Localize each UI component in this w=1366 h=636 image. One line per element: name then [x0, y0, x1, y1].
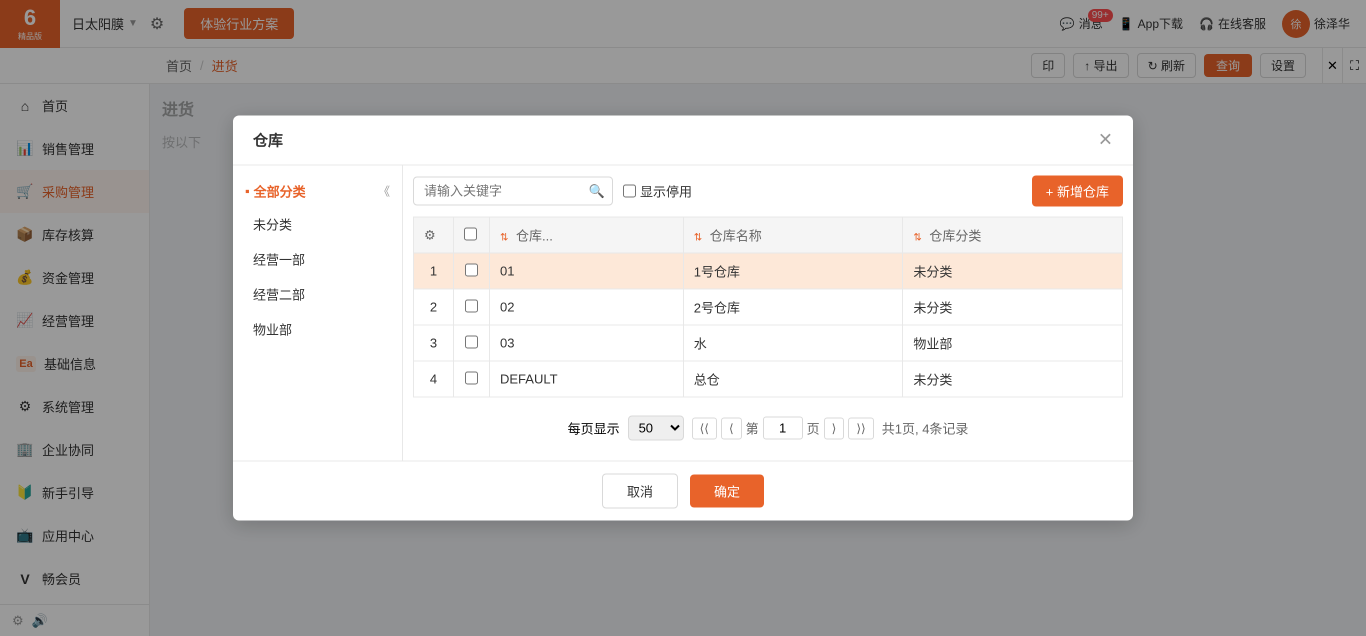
row-category-3: 物业部	[903, 325, 1123, 361]
show-disabled-checkbox-wrap[interactable]: 显示停用	[623, 182, 692, 201]
row-4-checkbox[interactable]	[465, 371, 478, 384]
col-header-category[interactable]: ⇅ 仓库分类	[903, 217, 1123, 253]
first-page-button[interactable]: ⟨⟨	[692, 417, 717, 439]
cancel-button[interactable]: 取消	[602, 474, 678, 509]
tree-header-label: ▪ 全部分类	[245, 182, 306, 201]
grid-icon: ▪	[245, 184, 250, 199]
row-category-4: 未分类	[903, 361, 1123, 397]
show-disabled-label: 显示停用	[640, 182, 692, 201]
tree-item-property[interactable]: 物业部	[233, 312, 402, 347]
row-cb-3[interactable]	[454, 325, 490, 361]
row-3-checkbox[interactable]	[465, 335, 478, 348]
show-disabled-checkbox[interactable]	[623, 185, 636, 198]
modal-close-button[interactable]: ✕	[1098, 130, 1113, 151]
gear-column-icon[interactable]: ⚙	[424, 227, 436, 242]
row-name-4: 总仓	[683, 361, 903, 397]
page-label: 第	[746, 419, 759, 438]
last-page-button[interactable]: ⟩⟩	[848, 417, 873, 439]
row-id-1: 01	[490, 253, 684, 289]
tree-item-ops1[interactable]: 经营一部	[233, 242, 402, 277]
tree-collapse-button[interactable]: 《	[378, 183, 390, 200]
confirm-button[interactable]: 确定	[690, 475, 764, 508]
per-page-select[interactable]: 102050100	[628, 416, 684, 441]
table-row[interactable]: 2 02 2号仓库 未分类	[414, 289, 1123, 325]
sort-category-icon: ⇅	[913, 233, 921, 244]
modal-header: 仓库 ✕	[233, 116, 1133, 166]
row-num-4: 4	[414, 361, 454, 397]
row-id-3: 03	[490, 325, 684, 361]
add-warehouse-button[interactable]: + 新增仓库	[1032, 176, 1123, 207]
tree-header: ▪ 全部分类 《	[233, 176, 402, 207]
row-category-1: 未分类	[903, 253, 1123, 289]
search-input[interactable]	[413, 177, 613, 206]
add-warehouse-btn-wrap: + 新增仓库	[1032, 176, 1123, 207]
page-unit: 页	[807, 419, 820, 438]
table-row[interactable]: 4 DEFAULT 总仓 未分类	[414, 361, 1123, 397]
row-num-2: 2	[414, 289, 454, 325]
search-icon[interactable]: 🔍	[589, 183, 605, 199]
row-name-2: 2号仓库	[683, 289, 903, 325]
table-header: ⚙ ⇅ 仓库... ⇅ 仓库名称	[414, 217, 1123, 253]
category-tree-panel: ▪ 全部分类 《 未分类 经营一部 经营二部 物业部	[233, 166, 403, 461]
row-cb-1[interactable]	[454, 253, 490, 289]
col-header-gear: ⚙	[414, 217, 454, 253]
sort-id-icon: ⇅	[500, 233, 508, 244]
row-name-1: 1号仓库	[683, 253, 903, 289]
page-nav: ⟨⟨ ⟨ 第 页 ⟩ ⟩⟩	[692, 417, 874, 440]
next-page-button[interactable]: ⟩	[824, 417, 845, 439]
tree-all-label: 全部分类	[254, 182, 306, 201]
row-category-2: 未分类	[903, 289, 1123, 325]
row-name-3: 水	[683, 325, 903, 361]
table-row[interactable]: 3 03 水 物业部	[414, 325, 1123, 361]
row-cb-4[interactable]	[454, 361, 490, 397]
tree-item-ops2[interactable]: 经营二部	[233, 277, 402, 312]
row-1-checkbox[interactable]	[465, 263, 478, 276]
col-header-name[interactable]: ⇅ 仓库名称	[683, 217, 903, 253]
total-info: 共1页, 4条记录	[882, 419, 969, 438]
row-2-checkbox[interactable]	[465, 299, 478, 312]
warehouse-table-panel: 🔍 显示停用 + 新增仓库 ⚙	[403, 166, 1133, 461]
table-scroll-area: ⚙ ⇅ 仓库... ⇅ 仓库名称	[413, 217, 1123, 398]
col-header-id[interactable]: ⇅ 仓库...	[490, 217, 684, 253]
pagination: 每页显示 102050100 ⟨⟨ ⟨ 第 页 ⟩ ⟩⟩ 共1页, 4条记录	[413, 406, 1123, 451]
page-input[interactable]	[763, 417, 803, 440]
table-body: 1 01 1号仓库 未分类 2	[414, 253, 1123, 397]
modal-title: 仓库	[253, 130, 283, 151]
warehouse-table: ⚙ ⇅ 仓库... ⇅ 仓库名称	[413, 217, 1123, 398]
modal-body: ▪ 全部分类 《 未分类 经营一部 经营二部 物业部	[233, 166, 1133, 461]
select-all-checkbox[interactable]	[464, 227, 477, 240]
prev-page-button[interactable]: ⟨	[721, 417, 742, 439]
col-header-checkbox	[454, 217, 490, 253]
row-cb-2[interactable]	[454, 289, 490, 325]
search-wrap: 🔍	[413, 177, 613, 206]
table-row[interactable]: 1 01 1号仓库 未分类	[414, 253, 1123, 289]
warehouse-modal: 仓库 ✕ ▪ 全部分类 《 未分类 经营一部 经营二部 物业部	[233, 116, 1133, 521]
row-num-3: 3	[414, 325, 454, 361]
row-id-2: 02	[490, 289, 684, 325]
table-toolbar: 🔍 显示停用 + 新增仓库	[413, 176, 1123, 207]
per-page-label: 每页显示	[568, 419, 620, 438]
row-id-4: DEFAULT	[490, 361, 684, 397]
modal-footer: 取消 确定	[233, 461, 1133, 521]
sort-name-icon: ⇅	[694, 233, 702, 244]
tree-item-uncategorized[interactable]: 未分类	[233, 207, 402, 242]
row-num-1: 1	[414, 253, 454, 289]
